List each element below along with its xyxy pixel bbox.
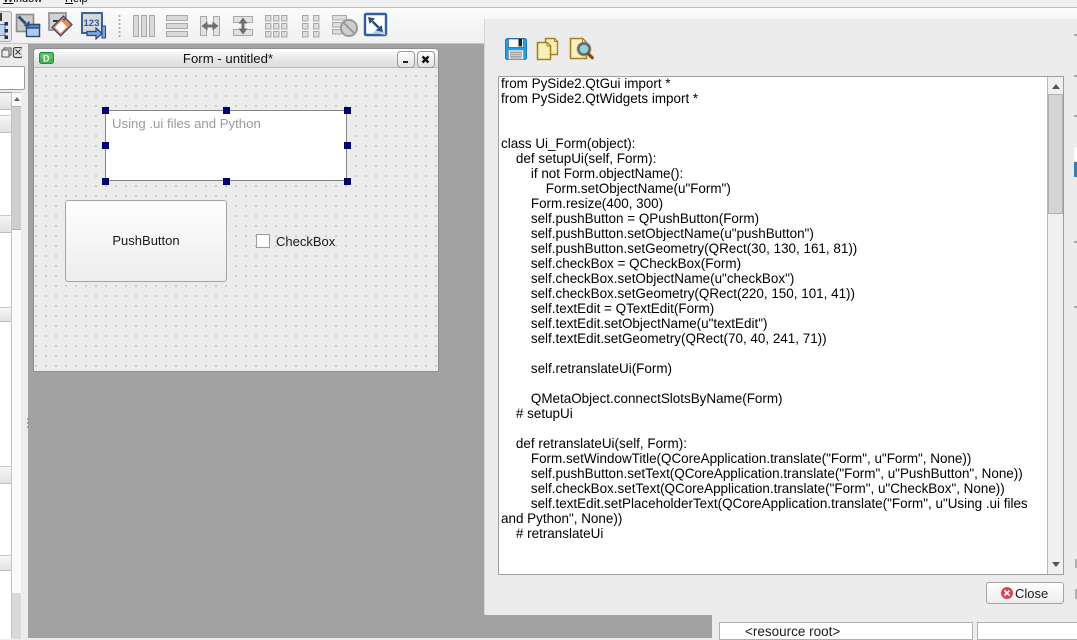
svg-text:123: 123 bbox=[84, 18, 100, 29]
